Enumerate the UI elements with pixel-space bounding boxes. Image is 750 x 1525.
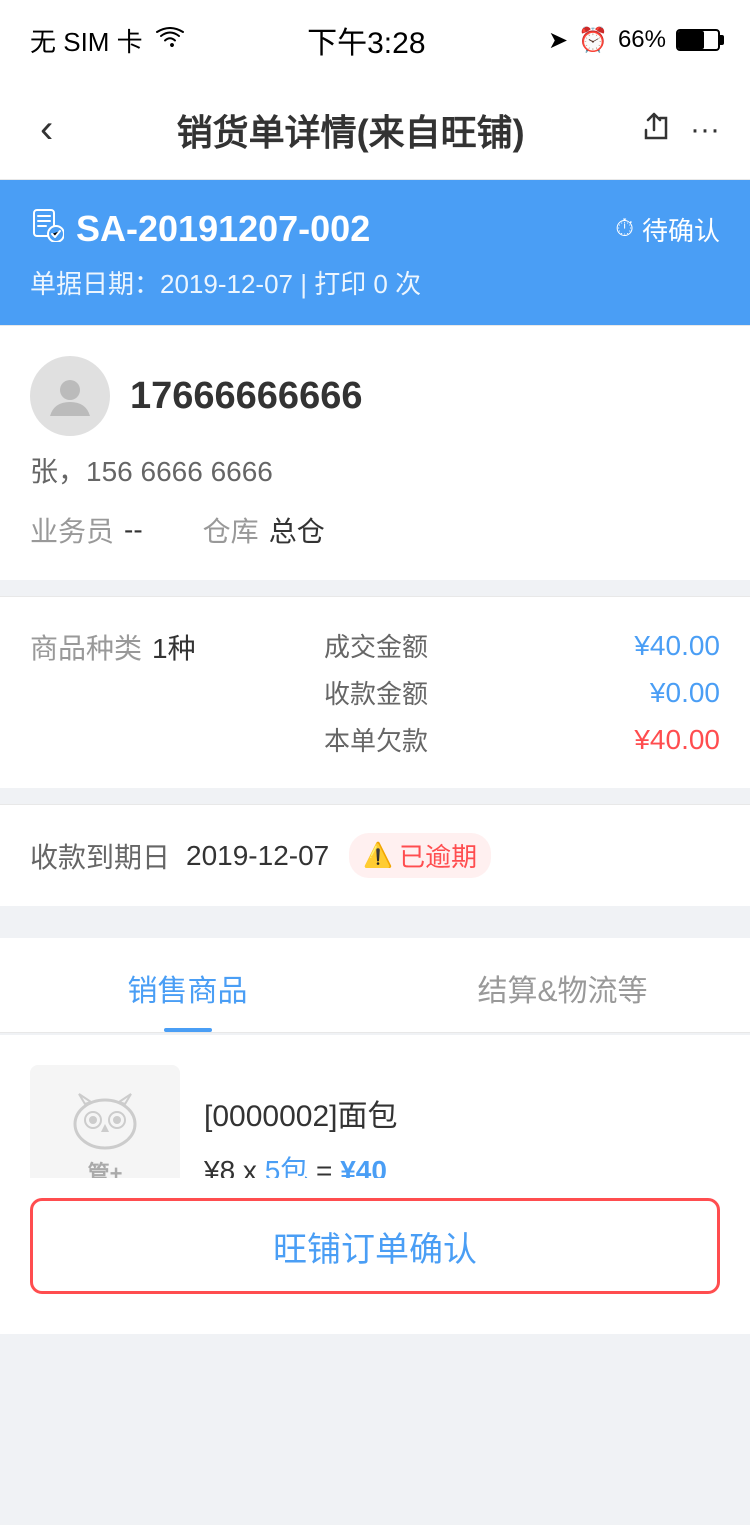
- transaction-value: ¥40.00: [634, 630, 720, 662]
- order-doc-icon: [30, 208, 64, 250]
- order-id: SA-20191207-002: [76, 208, 370, 250]
- status-time: 下午3:28: [307, 18, 425, 62]
- warehouse-item: 仓库 总仓: [203, 510, 325, 550]
- order-date: 单据日期：2019-12-07 | 打印 0 次: [30, 264, 720, 301]
- product-name: [0000002]面包: [204, 1091, 720, 1135]
- received-value: ¥0.00: [650, 677, 720, 709]
- due-date-value: 2019-12-07: [186, 840, 329, 872]
- sales-rep-item: 业务员 --: [30, 510, 143, 550]
- due-date-label: 收款到期日: [30, 836, 170, 876]
- confirm-order-button[interactable]: 旺铺订单确认: [30, 1198, 720, 1294]
- battery-percent: 66%: [618, 26, 666, 54]
- battery-icon: [676, 29, 720, 51]
- warehouse-value: 总仓: [269, 510, 325, 550]
- transaction-label: 成交金额: [324, 627, 428, 664]
- owed-label: 本单欠款: [324, 721, 428, 758]
- more-icon[interactable]: ···: [690, 113, 720, 147]
- owed-value: ¥40.00: [634, 724, 720, 756]
- tab-settlement[interactable]: 结算&物流等: [375, 938, 750, 1032]
- order-header: SA-20191207-002 ⏱ 待确认 单据日期：2019-12-07 | …: [0, 180, 750, 325]
- status-right: ➤ ⏰ 66%: [548, 26, 720, 55]
- status-left: 无 SIM 卡: [30, 22, 185, 59]
- sales-rep-value: --: [124, 514, 143, 546]
- transaction-amount-row: 成交金额 ¥40.00: [324, 627, 720, 664]
- order-status-text: 待确认: [642, 211, 720, 248]
- overdue-text: 已逾期: [399, 837, 477, 874]
- share-icon[interactable]: [638, 110, 670, 150]
- tab-sales-products[interactable]: 销售商品: [0, 938, 375, 1032]
- order-status: ⏱ 待确认: [615, 211, 720, 248]
- page-title: 销货单详情(来自旺铺): [177, 104, 525, 156]
- nav-bar: ‹ 销货单详情(来自旺铺) ···: [0, 80, 750, 180]
- wifi-icon: [155, 25, 185, 56]
- status-bar: 无 SIM 卡 下午3:28 ➤ ⏰ 66%: [0, 0, 750, 80]
- due-date-card: 收款到期日 2019-12-07 ⚠️ 已逾期: [0, 805, 750, 906]
- tab-settlement-label: 结算&物流等: [477, 975, 647, 1008]
- amount-card: 商品种类 1种 成交金额 ¥40.00 收款金额 ¥0.00 本单欠款 ¥40.…: [0, 597, 750, 788]
- received-label: 收款金额: [324, 674, 428, 711]
- owed-amount-row: 本单欠款 ¥40.00: [324, 721, 720, 758]
- warning-icon: ⚠️: [363, 841, 393, 870]
- overdue-badge: ⚠️ 已逾期: [349, 833, 491, 878]
- nav-actions: ···: [638, 110, 720, 150]
- back-button[interactable]: ‹: [30, 97, 63, 162]
- carrier-text: 无 SIM 卡: [30, 22, 143, 59]
- clock-icon: ⏱: [615, 215, 634, 243]
- tabs-bar: 销售商品 结算&物流等: [0, 938, 750, 1033]
- bottom-bar: 旺铺订单确认: [0, 1178, 750, 1334]
- avatar: [30, 356, 110, 436]
- alarm-icon: ⏰: [578, 26, 608, 55]
- received-amount-row: 收款金额 ¥0.00: [324, 674, 720, 711]
- product-info: [0000002]面包 ¥8 x 5包 = ¥40: [204, 1091, 720, 1189]
- tab-sales-products-label: 销售商品: [128, 975, 248, 1008]
- sales-rep-label: 业务员: [30, 510, 114, 550]
- customer-phone: 17666666666: [130, 375, 362, 418]
- location-icon: ➤: [548, 26, 568, 55]
- customer-name: 张，156 6666 6666: [30, 450, 720, 490]
- product-type-count: 1种: [152, 627, 196, 667]
- product-type-label: 商品种类: [30, 627, 142, 667]
- warehouse-label: 仓库: [203, 510, 259, 550]
- customer-card: 17666666666 张，156 6666 6666 业务员 -- 仓库 总仓: [0, 326, 750, 580]
